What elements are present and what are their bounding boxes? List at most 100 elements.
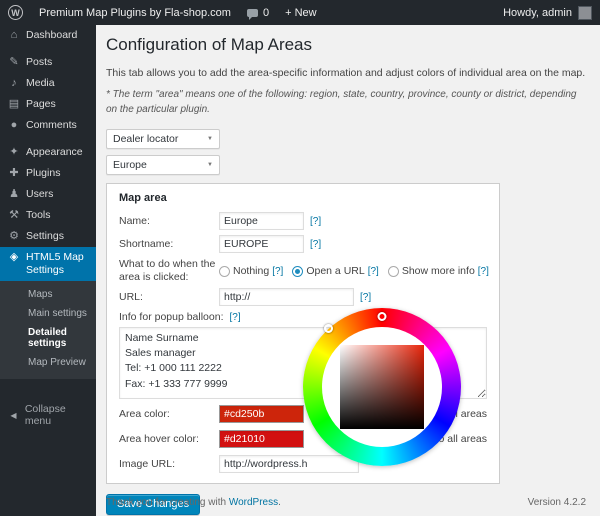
sidebar-item-plugins[interactable]: ✚ Plugins xyxy=(0,163,96,184)
radio-option-show-more-info[interactable]: Show more info [?] xyxy=(388,265,489,277)
sidebar-item-appearance[interactable]: ✦ Appearance xyxy=(0,142,96,163)
radio-checked-icon[interactable] xyxy=(292,266,303,277)
sidebar-item-label: HTML5 Map Settings xyxy=(26,251,90,277)
dashboard-icon: ⌂ xyxy=(8,29,20,42)
url-help-link[interactable]: [?] xyxy=(360,292,371,303)
sidebar-item-label: Dashboard xyxy=(26,29,77,42)
wordpress-link[interactable]: WordPress xyxy=(229,497,278,508)
footer-period: . xyxy=(278,497,281,508)
balloon-help-link[interactable]: [?] xyxy=(230,312,241,323)
sidebar-item-comments[interactable]: ● Comments xyxy=(0,115,96,136)
wp-logo-menu[interactable]: W xyxy=(0,0,31,25)
radio-label: Open a URL xyxy=(306,265,364,277)
map-settings-submenu: Maps Main settings Detailed settings Map… xyxy=(0,281,96,379)
sidebar-item-pages[interactable]: ▤ Pages xyxy=(0,94,96,115)
footer-thanks-text: Thank you for creating with xyxy=(106,497,226,508)
shortname-input[interactable] xyxy=(219,235,304,253)
page-description: This tab allows you to add the area-spec… xyxy=(106,67,590,79)
area-select[interactable]: Europe ▼ xyxy=(106,155,220,175)
radio-label: Nothing xyxy=(233,265,269,277)
admin-bar-site-name[interactable]: Premium Map Plugins by Fla-shop.com xyxy=(31,0,239,25)
sidebar-item-label: Media xyxy=(26,77,55,90)
settings-icon: ⚙ xyxy=(8,230,20,243)
pages-icon: ▤ xyxy=(8,98,20,111)
collapse-menu-label: Collapse menu xyxy=(25,403,88,427)
chevron-down-icon: ▼ xyxy=(207,136,213,142)
url-input[interactable] xyxy=(219,288,354,306)
submenu-item-main-settings[interactable]: Main settings xyxy=(0,304,96,323)
map-settings-icon: ◈ xyxy=(8,251,20,264)
comments-count: 0 xyxy=(263,7,269,19)
panel-title: Map area xyxy=(119,192,487,204)
shortname-row: Shortname: [?] xyxy=(119,235,487,253)
footer-thanks: Thank you for creating with WordPress. xyxy=(106,497,281,508)
sidebar-item-tools[interactable]: ⚒ Tools xyxy=(0,205,96,226)
collapse-arrow-icon: ◀ xyxy=(8,411,19,420)
area-color-input[interactable] xyxy=(219,405,304,423)
radio-unchecked-icon[interactable] xyxy=(219,266,230,277)
image-url-label: Image URL: xyxy=(119,458,219,471)
url-label: URL: xyxy=(119,291,219,304)
open-url-help-link[interactable]: [?] xyxy=(368,266,379,277)
plugins-icon: ✚ xyxy=(8,167,20,180)
tools-icon: ⚒ xyxy=(8,209,20,222)
sidebar-item-label: Tools xyxy=(26,209,51,222)
show-more-info-help-link[interactable]: [?] xyxy=(478,266,489,277)
map-select[interactable]: Dealer locator ▼ xyxy=(106,129,220,149)
admin-bar-new-button[interactable]: + New xyxy=(277,0,325,25)
shortname-help-link[interactable]: [?] xyxy=(310,239,321,250)
admin-sidebar: ⌂ Dashboard ✎ Posts ♪ Media ▤ Pages ● Co… xyxy=(0,25,96,516)
hue-cursor-icon[interactable] xyxy=(378,312,387,321)
radio-option-nothing[interactable]: Nothing [?] xyxy=(219,265,283,277)
posts-icon: ✎ xyxy=(8,56,20,69)
users-icon: ♟ xyxy=(8,188,20,201)
sidebar-item-label: Pages xyxy=(26,98,56,111)
sidebar-item-users[interactable]: ♟ Users xyxy=(0,184,96,205)
media-icon: ♪ xyxy=(8,77,20,90)
sidebar-item-label: Appearance xyxy=(26,146,83,159)
admin-bar-comments[interactable]: 0 xyxy=(239,0,277,25)
sidebar-item-label: Settings xyxy=(26,230,64,243)
shortname-label: Shortname: xyxy=(119,238,219,251)
hover-color-label: Area hover color: xyxy=(119,433,219,446)
sidebar-item-label: Users xyxy=(26,188,53,201)
url-row: URL: [?] xyxy=(119,288,487,306)
saturation-cursor-icon[interactable] xyxy=(324,324,333,333)
saturation-value-square[interactable] xyxy=(340,345,424,429)
wordpress-admin-screen: W Premium Map Plugins by Fla-shop.com 0 … xyxy=(0,0,600,516)
sidebar-item-posts[interactable]: ✎ Posts xyxy=(0,52,96,73)
sidebar-item-label: Plugins xyxy=(26,167,60,180)
balloon-label: Info for popup balloon: xyxy=(119,311,224,324)
map-select-value: Dealer locator xyxy=(113,133,178,145)
sidebar-item-label: Posts xyxy=(26,56,52,69)
area-select-value: Europe xyxy=(113,159,147,171)
wordpress-logo-icon: W xyxy=(8,5,23,20)
sidebar-item-dashboard[interactable]: ⌂ Dashboard xyxy=(0,25,96,46)
avatar xyxy=(578,6,592,20)
sidebar-item-html5-map-settings[interactable]: ◈ HTML5 Map Settings xyxy=(0,247,96,281)
comments-icon: ● xyxy=(8,119,20,132)
name-help-link[interactable]: [?] xyxy=(310,216,321,227)
submenu-item-maps[interactable]: Maps xyxy=(0,285,96,304)
page-note: * The term "area" means one of the follo… xyxy=(106,87,578,117)
sidebar-item-media[interactable]: ♪ Media xyxy=(0,73,96,94)
page-title: Configuration of Map Areas xyxy=(106,35,590,55)
sidebar-item-settings[interactable]: ⚙ Settings xyxy=(0,226,96,247)
collapse-menu-button[interactable]: ◀ Collapse menu xyxy=(0,397,96,433)
chevron-down-icon: ▼ xyxy=(207,162,213,168)
color-picker xyxy=(303,308,461,466)
name-input[interactable] xyxy=(219,212,304,230)
click-action-row: What to do when the area is clicked: Not… xyxy=(119,258,487,284)
radio-option-open-url[interactable]: Open a URL [?] xyxy=(292,265,379,277)
submenu-item-detailed-settings[interactable]: Detailed settings xyxy=(0,323,96,353)
area-color-label: Area color: xyxy=(119,408,219,421)
sidebar-item-label: Comments xyxy=(26,119,77,132)
comments-bubble-icon xyxy=(247,9,258,17)
admin-bar-account[interactable]: Howdy, admin xyxy=(495,6,600,20)
submenu-item-map-preview[interactable]: Map Preview xyxy=(0,353,96,372)
radio-unchecked-icon[interactable] xyxy=(388,266,399,277)
nothing-help-link[interactable]: [?] xyxy=(272,266,283,277)
hover-color-input[interactable] xyxy=(219,430,304,448)
click-action-label: What to do when the area is clicked: xyxy=(119,258,219,284)
name-row: Name: [?] xyxy=(119,212,487,230)
